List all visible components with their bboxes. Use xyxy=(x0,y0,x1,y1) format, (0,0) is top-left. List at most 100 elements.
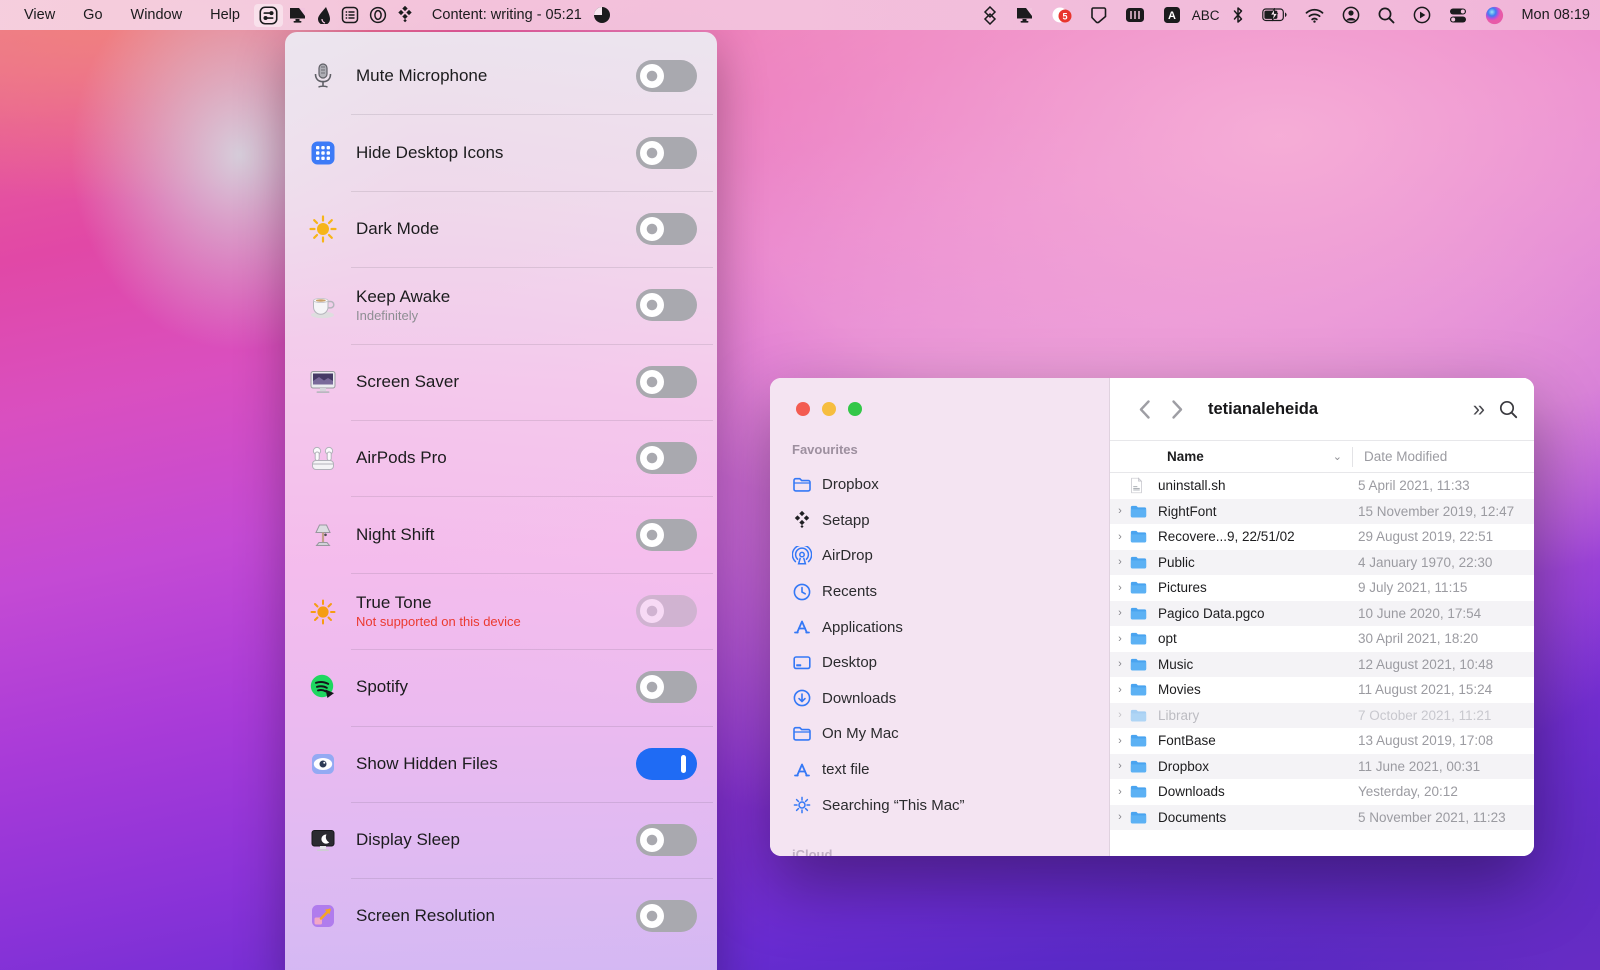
file-row-dropbox[interactable]: ›Dropbox11 June 2021, 00:31 xyxy=(1110,754,1534,780)
wifi-icon[interactable] xyxy=(1300,6,1329,25)
disclosure-chevron-icon[interactable]: › xyxy=(1110,658,1130,670)
gemini-icon[interactable] xyxy=(978,4,1002,27)
disclosure-chevron-icon[interactable]: › xyxy=(1110,684,1130,696)
disclosure-chevron-icon[interactable]: › xyxy=(1110,633,1130,645)
spotlight-icon[interactable] xyxy=(1373,5,1400,26)
toggle-airpods-pro[interactable] xyxy=(636,442,697,474)
switch-item-spotify[interactable]: Spotify xyxy=(285,649,717,725)
sidebar-item-on-my-mac[interactable]: On My Mac xyxy=(790,716,1109,752)
toggle-keep-awake[interactable] xyxy=(636,289,697,321)
toggle-true-tone[interactable] xyxy=(636,595,697,627)
disclosure-chevron-icon[interactable]: › xyxy=(1110,709,1130,721)
file-row-public[interactable]: ›Public4 January 1970, 22:30 xyxy=(1110,550,1534,576)
notification-badge[interactable]: 5 xyxy=(1047,3,1077,27)
disclosure-chevron-icon[interactable]: › xyxy=(1110,786,1130,798)
menubar-menu-window[interactable]: Window xyxy=(117,7,197,23)
input-source-label[interactable]: ABC xyxy=(1192,8,1220,23)
one-switch-icon[interactable] xyxy=(254,4,283,27)
toggle-dark-mode[interactable] xyxy=(636,213,697,245)
play-circle-icon[interactable] xyxy=(1408,4,1436,26)
toggle-screen-resolution[interactable] xyxy=(636,900,697,932)
display-capture-icon[interactable] xyxy=(283,4,312,26)
disclosure-chevron-icon[interactable]: › xyxy=(1110,760,1130,772)
close-button[interactable] xyxy=(796,402,810,416)
file-row-opt[interactable]: ›opt30 April 2021, 18:20 xyxy=(1110,626,1534,652)
minimize-button[interactable] xyxy=(822,402,836,416)
switch-item-mute-microphone[interactable]: Mute Microphone xyxy=(285,38,717,114)
menubar-menu-help[interactable]: Help xyxy=(196,7,254,23)
toggle-mute-microphone[interactable] xyxy=(636,60,697,92)
switch-item-display-sleep[interactable]: Display Sleep xyxy=(285,802,717,878)
menubar-clock[interactable]: Mon 08:19 xyxy=(1521,7,1590,23)
switch-item-screen-resolution[interactable]: Screen Resolution xyxy=(285,878,717,954)
toolbar-overflow-icon[interactable]: » xyxy=(1473,398,1485,420)
sidebar-item-downloads[interactable]: Downloads xyxy=(790,681,1109,717)
disclosure-chevron-icon[interactable]: › xyxy=(1110,811,1130,823)
setapp-icon[interactable] xyxy=(392,4,418,26)
flux-icon[interactable] xyxy=(1085,4,1112,26)
disclosure-chevron-icon[interactable]: › xyxy=(1110,735,1130,747)
sidebar-item-applications[interactable]: Applications xyxy=(790,609,1109,645)
switch-item-true-tone[interactable]: True ToneNot supported on this device xyxy=(285,573,717,649)
pie-timer-icon[interactable] xyxy=(588,4,616,26)
toggle-night-shift[interactable] xyxy=(636,519,697,551)
sidebar-item-airdrop[interactable]: AirDrop xyxy=(790,538,1109,574)
switch-item-show-hidden-files[interactable]: Show Hidden Files xyxy=(285,726,717,802)
input-source-a-icon[interactable]: A xyxy=(1158,4,1186,26)
column-header-date-modified[interactable]: Date Modified xyxy=(1353,449,1447,464)
switch-item-airpods-pro[interactable]: AirPods Pro xyxy=(285,420,717,496)
toggle-hide-desktop-icons[interactable] xyxy=(636,137,697,169)
focus-status-text[interactable]: Content: writing - 05:21 xyxy=(432,7,582,23)
ink-drop-icon[interactable] xyxy=(312,4,336,26)
file-row-downloads[interactable]: ›DownloadsYesterday, 20:12 xyxy=(1110,779,1534,805)
switch-item-hide-desktop-icons[interactable]: Hide Desktop Icons xyxy=(285,114,717,190)
menubar-menu-go[interactable]: Go xyxy=(69,7,116,23)
back-button[interactable] xyxy=(1128,399,1161,420)
file-row-rightfont[interactable]: ›RightFont15 November 2019, 12:47 xyxy=(1110,499,1534,525)
menubar-menu-view[interactable]: View xyxy=(10,7,69,23)
sidebar-item-dropbox[interactable]: Dropbox xyxy=(790,467,1109,503)
toggle-display-sleep[interactable] xyxy=(636,824,697,856)
siri-icon[interactable] xyxy=(1480,4,1509,27)
disclosure-chevron-icon[interactable]: › xyxy=(1110,505,1130,517)
sidebar-item-recents[interactable]: Recents xyxy=(790,574,1109,610)
display-capture-icon-2[interactable] xyxy=(1010,4,1039,26)
notes-list-icon[interactable] xyxy=(336,4,364,26)
control-center-icon[interactable] xyxy=(1444,5,1472,26)
switch-item-screen-saver[interactable]: Screen Saver xyxy=(285,344,717,420)
sidebar-item-searching-this-mac[interactable]: Searching “This Mac” xyxy=(790,787,1109,823)
file-row-movies[interactable]: ›Movies11 August 2021, 15:24 xyxy=(1110,677,1534,703)
switch-item-dark-mode[interactable]: Dark Mode xyxy=(285,191,717,267)
toggle-show-hidden-files[interactable] xyxy=(636,748,697,780)
timer-zero-icon[interactable] xyxy=(364,4,392,26)
disclosure-chevron-icon[interactable]: › xyxy=(1110,556,1130,568)
battery-icon[interactable] xyxy=(1257,6,1292,24)
zoom-button[interactable] xyxy=(848,402,862,416)
sidebar-item-desktop[interactable]: Desktop xyxy=(790,645,1109,681)
keyboard-icon[interactable] xyxy=(1120,5,1150,25)
file-row-uninstall-sh[interactable]: uninstall.sh5 April 2021, 11:33 xyxy=(1110,473,1534,499)
disclosure-chevron-icon[interactable]: › xyxy=(1110,607,1130,619)
bluetooth-icon[interactable] xyxy=(1227,4,1249,26)
toggle-knob xyxy=(640,217,664,241)
file-row-pagico-data-pgco[interactable]: ›Pagico Data.pgco10 June 2020, 17:54 xyxy=(1110,601,1534,627)
disclosure-chevron-icon[interactable]: › xyxy=(1110,531,1130,543)
toggle-spotify[interactable] xyxy=(636,671,697,703)
file-row-library[interactable]: ›Library7 October 2021, 11:21 xyxy=(1110,703,1534,729)
switch-item-keep-awake[interactable]: Keep AwakeIndefinitely xyxy=(285,267,717,343)
forward-button[interactable] xyxy=(1161,399,1194,420)
sidebar-item-text-file[interactable]: text file xyxy=(790,752,1109,788)
switch-item-night-shift[interactable]: Night Shift xyxy=(285,496,717,572)
file-row-fontbase[interactable]: ›FontBase13 August 2019, 17:08 xyxy=(1110,728,1534,754)
disclosure-chevron-icon[interactable]: › xyxy=(1110,582,1130,594)
file-row-documents[interactable]: ›Documents5 November 2021, 11:23 xyxy=(1110,805,1534,831)
toggle-screen-saver[interactable] xyxy=(636,366,697,398)
search-icon[interactable] xyxy=(1499,400,1518,419)
column-header-name[interactable]: Name ⌄ xyxy=(1110,449,1352,464)
file-row-music[interactable]: ›Music12 August 2021, 10:48 xyxy=(1110,652,1534,678)
sidebar-item-setapp[interactable]: Setapp xyxy=(790,503,1109,539)
file-row-pictures[interactable]: ›Pictures9 July 2021, 11:15 xyxy=(1110,575,1534,601)
user-switch-icon[interactable] xyxy=(1337,4,1365,26)
switch-label: True Tone xyxy=(356,593,521,613)
file-row-recovere-9-22-51-02[interactable]: ›Recovere...9, 22/51/0229 August 2019, 2… xyxy=(1110,524,1534,550)
